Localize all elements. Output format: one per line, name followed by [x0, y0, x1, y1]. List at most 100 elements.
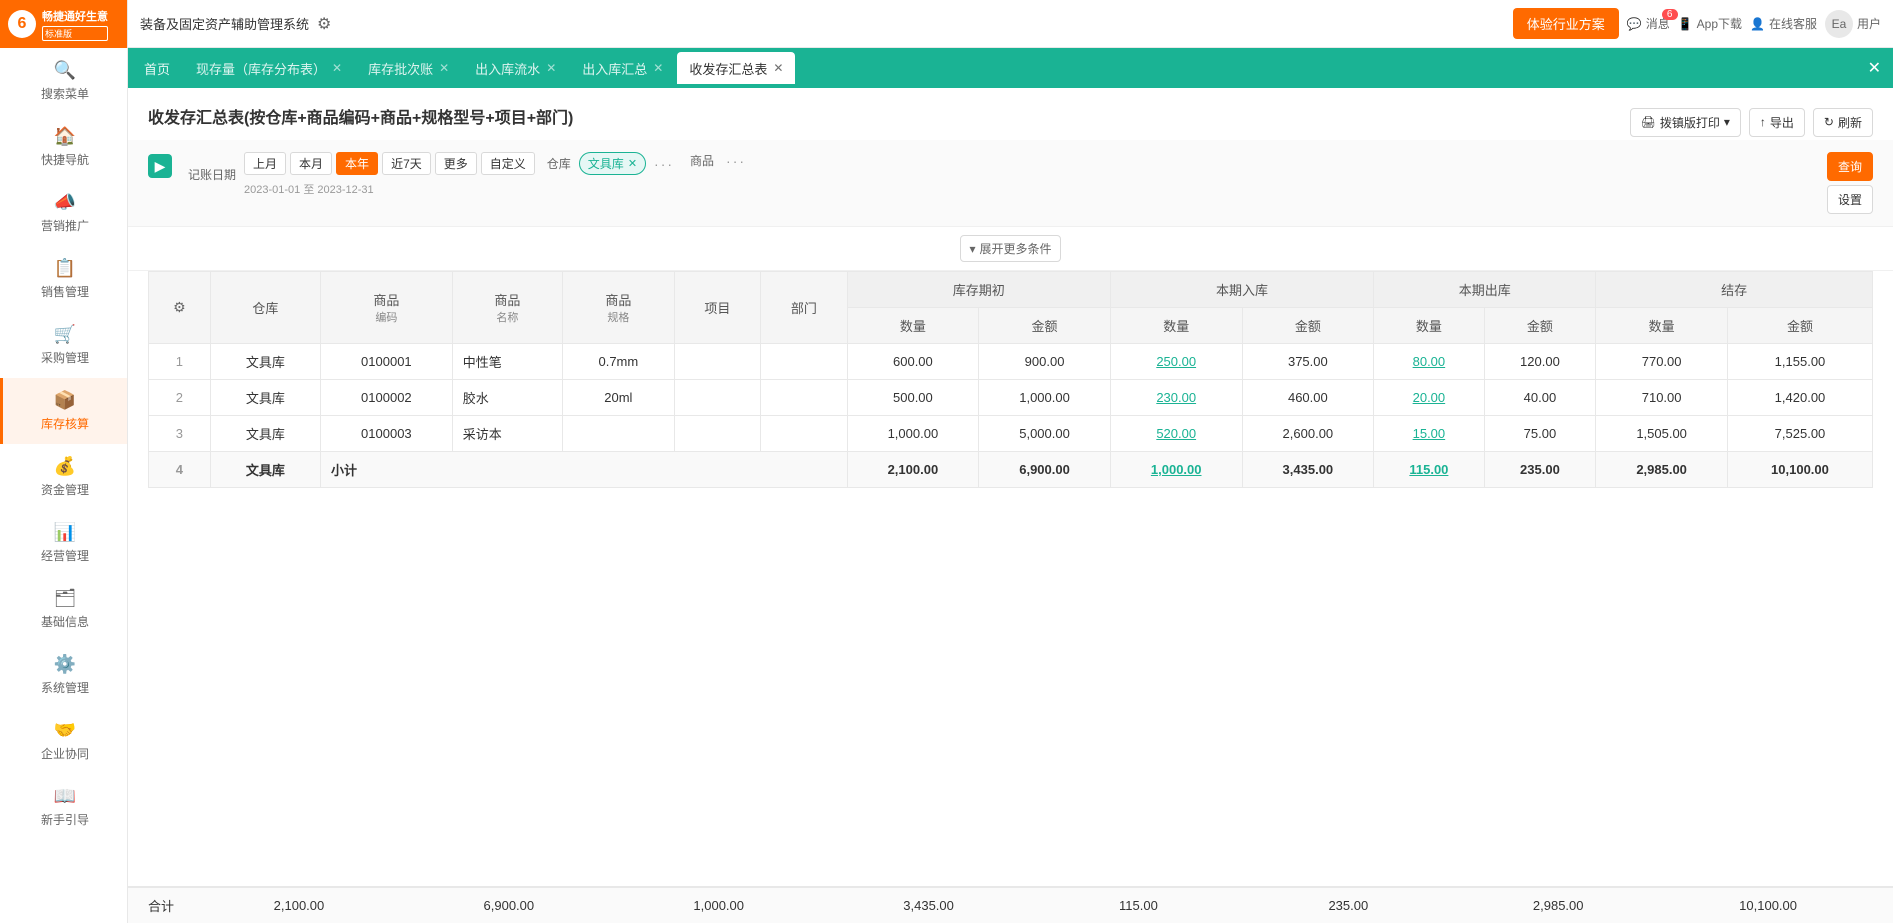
th-group-in: 本期入库 [1110, 272, 1373, 308]
sidebar-item-marketing[interactable]: 📣 营销推广 [0, 180, 127, 246]
th-settings[interactable]: ⚙ [149, 272, 211, 344]
table-row: 3 文具库 0100003 采访本 1,000.00 5,000.00 520.… [149, 416, 1873, 452]
sidebar-item-finance[interactable]: 💰 资金管理 [0, 444, 127, 510]
date-btn-7days[interactable]: 近7天 [382, 152, 431, 175]
date-range-text: 2023-01-01 至 2023-12-31 [244, 181, 535, 197]
filter-toggle-btn[interactable]: ▶ [148, 154, 172, 178]
settings-gear-icon[interactable]: ⚙ [317, 14, 331, 34]
date-filter-group: 记账日期 上月 本月 本年 近7天 更多 自定义 20 [188, 152, 535, 197]
topbar-messages[interactable]: 💬 消息 6 [1627, 15, 1670, 32]
settings-filter-btn[interactable]: 设置 [1827, 185, 1873, 214]
data-table: ⚙ 仓库 商品 编码 商品 名称 [148, 271, 1873, 488]
row2-goods-spec: 20ml [563, 380, 675, 416]
sidebar-item-sales[interactable]: 📋 销售管理 [0, 246, 127, 312]
filter-items: 记账日期 上月 本月 本年 近7天 更多 自定义 20 [188, 152, 1811, 197]
row2-goods-code: 0100002 [321, 380, 453, 416]
footer-values: 2,100.00 6,900.00 1,000.00 3,435.00 115.… [194, 898, 1873, 913]
row2-balance-qty: 710.00 [1596, 380, 1728, 416]
sidebar-item-guide[interactable]: 📖 新手引导 [0, 774, 127, 840]
warehouse-tag-group: 文具库 ✕ ··· [579, 152, 678, 175]
sidebar-item-purchase[interactable]: 🛒 采购管理 [0, 312, 127, 378]
total-balance-qty: 2,985.00 [1453, 898, 1663, 913]
sidebar-item-system[interactable]: ⚙️ 系统管理 [0, 642, 127, 708]
sidebar-item-quick-nav[interactable]: 🏠 快捷导航 [0, 114, 127, 180]
tab-recv-send-summary[interactable]: 收发存汇总表 ✕ [677, 52, 795, 84]
th-group-balance: 结存 [1596, 272, 1873, 308]
query-btn[interactable]: 查询 [1827, 152, 1873, 181]
sidebar-item-operation[interactable]: 📊 经营管理 [0, 510, 127, 576]
date-btn-last-month[interactable]: 上月 [244, 152, 286, 175]
tab-home[interactable]: 首页 [132, 59, 182, 78]
tab-batch-ledger[interactable]: 库存批次账 ✕ [356, 52, 461, 84]
th-project: 项目 [674, 272, 760, 344]
message-icon: 💬 [1627, 17, 1642, 31]
total-opening-amt: 6,900.00 [404, 898, 614, 913]
date-btn-custom[interactable]: 自定义 [481, 152, 535, 175]
date-btn-more[interactable]: 更多 [435, 152, 477, 175]
sidebar-item-enterprise[interactable]: 🤝 企业协同 [0, 708, 127, 774]
tab-close-in-out-flow[interactable]: ✕ [546, 61, 556, 75]
column-settings-icon[interactable]: ⚙ [173, 299, 186, 315]
tab-in-out-flow[interactable]: 出入库流水 ✕ [463, 52, 568, 84]
export-btn[interactable]: ↑ 导出 [1749, 108, 1805, 137]
row3-goods-code: 0100003 [321, 416, 453, 452]
page-content: 收发存汇总表(按仓库+商品编码+商品+规格型号+项目+部门) 🖨 拨镇版打印 ▾… [128, 88, 1893, 886]
subtotal-label: 小计 [321, 452, 848, 488]
row1-out-qty[interactable]: 80.00 [1374, 344, 1484, 380]
th-in-qty: 数量 [1110, 308, 1242, 344]
warehouse-ellipsis[interactable]: ··· [650, 156, 678, 172]
sidebar-logo: 6 畅捷通好生意 标准版 [0, 0, 127, 48]
sales-icon: 📋 [54, 258, 76, 279]
date-btn-this-month[interactable]: 本月 [290, 152, 332, 175]
row2-out-qty[interactable]: 20.00 [1374, 380, 1484, 416]
chevron-down-icon: ▾ [969, 242, 975, 256]
date-filter-label: 记账日期 [188, 166, 236, 183]
tab-in-out-summary[interactable]: 出入库汇总 ✕ [570, 52, 675, 84]
print-btn[interactable]: 🖨 拨镇版打印 ▾ [1630, 108, 1741, 137]
row3-balance-qty: 1,505.00 [1596, 416, 1728, 452]
subtotal-out-amt: 235.00 [1484, 452, 1596, 488]
sidebar: 6 畅捷通好生意 标准版 🔍 搜索菜单 🏠 快捷导航 📣 营销推广 📋 销售管理 [0, 0, 128, 923]
warehouse-tag-close-btn[interactable]: ✕ [628, 157, 637, 170]
tab-inventory-dist[interactable]: 现存量（库存分布表） ✕ [184, 52, 354, 84]
th-group-opening: 库存期初 [847, 272, 1110, 308]
subtotal-warehouse: 文具库 [210, 452, 320, 488]
sidebar-item-search[interactable]: 🔍 搜索菜单 [0, 48, 127, 114]
page-toolbar: 🖨 拨镇版打印 ▾ ↑ 导出 ↻ 刷新 [1630, 108, 1873, 137]
tab-close-in-out-summary[interactable]: ✕ [653, 61, 663, 75]
home-icon: 🏠 [54, 126, 76, 147]
row1-in-qty[interactable]: 250.00 [1110, 344, 1242, 380]
th-goods-name: 商品 名称 [452, 272, 562, 344]
expand-conditions-btn[interactable]: ▾ 展开更多条件 [960, 235, 1060, 262]
topbar-app-download[interactable]: 📱 App下载 [1678, 15, 1742, 32]
inventory-icon: 📦 [54, 390, 76, 411]
basic-info-icon: 🗂 [54, 588, 77, 609]
user-avatar: Ea [1825, 10, 1853, 38]
app-download-icon: 📱 [1678, 17, 1693, 31]
sidebar-item-inventory[interactable]: 📦 库存核算 [0, 378, 127, 444]
trial-btn[interactable]: 体验行业方案 [1513, 8, 1619, 39]
row2-department [761, 380, 847, 416]
refresh-btn[interactable]: ↻ 刷新 [1813, 108, 1873, 137]
subtotal-out-qty[interactable]: 115.00 [1374, 452, 1484, 488]
th-out-qty: 数量 [1374, 308, 1484, 344]
date-btn-this-year[interactable]: 本年 [336, 152, 378, 175]
topbar-online-service[interactable]: 👤 在线客服 [1750, 15, 1817, 32]
topbar: 装备及固定资产辅助管理系统 ⚙ 体验行业方案 💬 消息 6 📱 App下载 👤 … [128, 0, 1893, 48]
goods-ellipsis[interactable]: ··· [722, 153, 750, 169]
total-in-amt: 3,435.00 [824, 898, 1034, 913]
tab-close-batch-ledger[interactable]: ✕ [439, 61, 449, 75]
topbar-user[interactable]: Ea 用户 [1825, 10, 1881, 38]
th-balance-amt: 金额 [1727, 308, 1872, 344]
tab-close-recv-send-summary[interactable]: ✕ [773, 61, 783, 75]
tab-close-inventory-dist[interactable]: ✕ [332, 61, 342, 75]
row3-out-qty[interactable]: 15.00 [1374, 416, 1484, 452]
subtotal-in-qty[interactable]: 1,000.00 [1110, 452, 1242, 488]
row2-in-qty[interactable]: 230.00 [1110, 380, 1242, 416]
row3-in-qty[interactable]: 520.00 [1110, 416, 1242, 452]
sidebar-item-basic-info[interactable]: 🗂 基础信息 [0, 576, 127, 642]
filter-bar: ▶ 记账日期 上月 本月 本年 近7天 更多 [128, 140, 1893, 227]
row3-opening-amt: 5,000.00 [979, 416, 1111, 452]
row3-out-amt: 75.00 [1484, 416, 1596, 452]
close-all-tabs-btn[interactable]: ✕ [1860, 58, 1889, 78]
